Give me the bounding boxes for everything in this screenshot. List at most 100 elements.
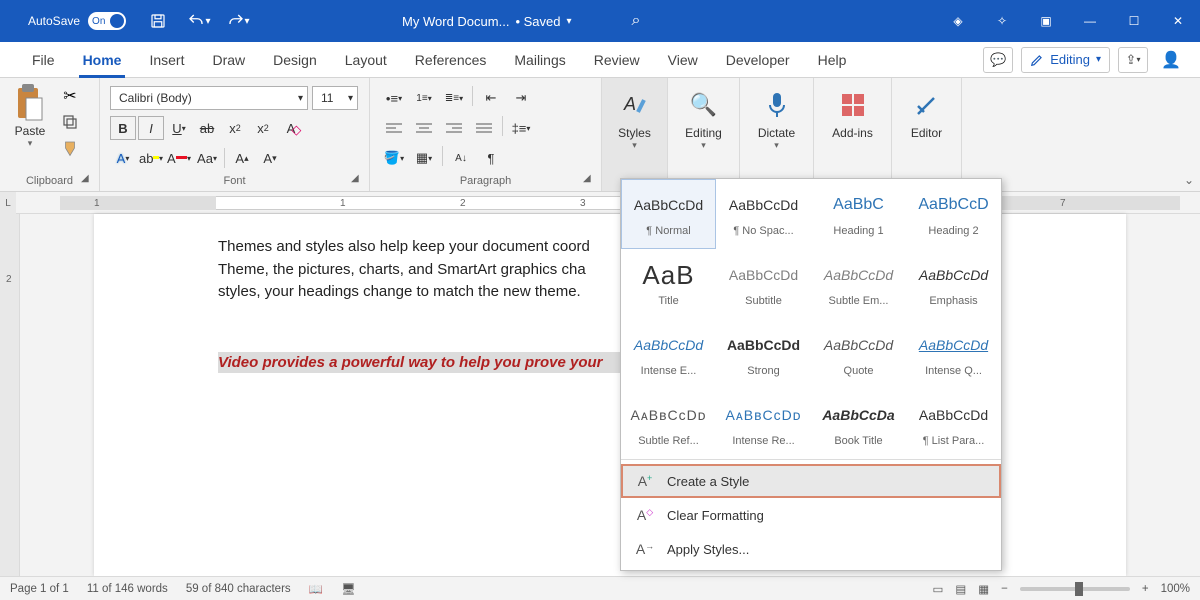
align-right-button[interactable] — [440, 116, 468, 140]
bold-button[interactable]: B — [110, 116, 136, 140]
share-button[interactable]: ⇪▾ — [1118, 47, 1148, 73]
vertical-ruler[interactable]: 2 — [0, 214, 20, 576]
comments-button[interactable]: 💬 — [983, 47, 1013, 73]
grow-font-button[interactable]: A▴ — [229, 146, 255, 170]
zoom-in-button[interactable]: + — [1142, 583, 1149, 595]
font-size-combo[interactable]: 11▾ — [312, 86, 358, 110]
document-title[interactable]: My Word Docum... — [402, 14, 509, 29]
dictate-button[interactable]: Dictate ▾ — [740, 78, 814, 191]
strikethrough-button[interactable]: ab — [194, 116, 220, 140]
change-case-button[interactable]: Aa▾ — [194, 146, 220, 170]
underline-button[interactable]: U▾ — [166, 116, 192, 140]
cut-icon[interactable]: ✂ — [58, 86, 82, 106]
zoom-level[interactable]: 100% — [1161, 583, 1190, 595]
tab-insert[interactable]: Insert — [135, 42, 198, 78]
highlight-button[interactable]: ab▾ — [138, 146, 164, 170]
paste-button[interactable]: Paste ▾ — [8, 84, 52, 149]
styles-button[interactable]: A Styles ▾ — [602, 78, 668, 191]
word-count[interactable]: 11 of 146 words — [87, 583, 168, 595]
maximize-button[interactable]: ☐ — [1112, 7, 1156, 35]
focus-mode-icon[interactable]: ▭ — [933, 582, 944, 596]
line-spacing-button[interactable]: ‡≡▾ — [507, 116, 535, 140]
clear-formatting-item[interactable]: A◇ Clear Formatting — [621, 498, 1001, 532]
window-overlay-icon[interactable]: ▣ — [1024, 7, 1068, 35]
multilevel-button[interactable]: ≣≡▾ — [440, 86, 468, 110]
font-launcher[interactable]: ◢ — [351, 173, 363, 185]
collapse-ribbon-icon[interactable]: ⌄ — [1184, 173, 1194, 187]
editor-button[interactable]: Editor — [892, 78, 962, 191]
superscript-button[interactable]: x2 — [250, 116, 276, 140]
borders-button[interactable]: ▦▾ — [410, 146, 438, 170]
web-layout-icon[interactable]: ▦ — [978, 582, 989, 596]
clipboard-launcher[interactable]: ◢ — [81, 173, 93, 185]
shrink-font-button[interactable]: A▾ — [257, 146, 283, 170]
tab-layout[interactable]: Layout — [331, 42, 401, 78]
spellcheck-icon[interactable]: 📖 — [309, 582, 323, 596]
create-style-item[interactable]: A+ Create a Style — [621, 464, 1001, 498]
style---normal[interactable]: AaBbCcDd¶ Normal — [621, 179, 716, 249]
zoom-out-button[interactable]: − — [1001, 583, 1008, 595]
style-subtitle[interactable]: AaBbCcDdSubtitle — [716, 249, 811, 319]
increase-indent-button[interactable]: ⇥ — [507, 86, 535, 110]
search-icon[interactable]: ⌕ — [632, 12, 641, 30]
print-layout-icon[interactable]: ▤ — [955, 582, 966, 596]
style-heading-1[interactable]: AaBbCHeading 1 — [811, 179, 906, 249]
page-indicator[interactable]: Page 1 of 1 — [10, 583, 69, 595]
tab-review[interactable]: Review — [580, 42, 654, 78]
style-subtle-ref---[interactable]: AᴀBʙCᴄDᴅSubtle Ref... — [621, 389, 716, 459]
decrease-indent-button[interactable]: ⇤ — [477, 86, 505, 110]
addins-button[interactable]: Add-ins — [814, 78, 892, 191]
accessibility-icon[interactable]: 🖥 — [341, 582, 356, 596]
style-strong[interactable]: AaBbCcDdStrong — [716, 319, 811, 389]
italic-button[interactable]: I — [138, 116, 164, 140]
style-title[interactable]: AaBTitle — [621, 249, 716, 319]
style-subtle-em---[interactable]: AaBbCcDdSubtle Em... — [811, 249, 906, 319]
style-intense-e---[interactable]: AaBbCcDdIntense E... — [621, 319, 716, 389]
style-heading-2[interactable]: AaBbCcDHeading 2 — [906, 179, 1001, 249]
clear-formatting-button[interactable]: A◇ — [278, 116, 304, 140]
undo-icon[interactable]: ▾ — [184, 7, 212, 35]
diamond-icon[interactable]: ◈ — [936, 7, 980, 35]
zoom-slider[interactable] — [1020, 587, 1130, 591]
editing-group-button[interactable]: 🔍 Editing ▾ — [668, 78, 740, 191]
tab-help[interactable]: Help — [804, 42, 861, 78]
tab-draw[interactable]: Draw — [198, 42, 259, 78]
shading-button[interactable]: 🪣▾ — [380, 146, 408, 170]
tab-home[interactable]: Home — [69, 42, 136, 78]
autosave-toggle[interactable]: On — [88, 12, 126, 30]
close-button[interactable]: ✕ — [1156, 7, 1200, 35]
justify-button[interactable] — [470, 116, 498, 140]
bullets-button[interactable]: •≡▾ — [380, 86, 408, 110]
style-quote[interactable]: AaBbCcDdQuote — [811, 319, 906, 389]
char-count[interactable]: 59 of 840 characters — [186, 583, 291, 595]
minimize-button[interactable]: ― — [1068, 7, 1112, 35]
style-emphasis[interactable]: AaBbCcDdEmphasis — [906, 249, 1001, 319]
save-icon[interactable] — [144, 7, 172, 35]
tab-file[interactable]: File — [18, 42, 69, 78]
align-center-button[interactable] — [410, 116, 438, 140]
horizontal-ruler[interactable]: L 1 1 2 3 7 — [0, 192, 1200, 214]
text-effects-button[interactable]: A▾ — [110, 146, 136, 170]
show-marks-button[interactable]: ¶ — [477, 146, 505, 170]
style-book-title[interactable]: AaBbCcDaBook Title — [811, 389, 906, 459]
format-painter-icon[interactable] — [58, 138, 82, 158]
apply-styles-item[interactable]: A→ Apply Styles... — [621, 532, 1001, 566]
account-icon[interactable]: 👤 — [1156, 47, 1186, 73]
tab-developer[interactable]: Developer — [712, 42, 804, 78]
sort-button[interactable]: A↓ — [447, 146, 475, 170]
tab-view[interactable]: View — [654, 42, 712, 78]
tab-design[interactable]: Design — [259, 42, 331, 78]
redo-icon[interactable]: ▾ — [224, 7, 252, 35]
align-left-button[interactable] — [380, 116, 408, 140]
copy-icon[interactable] — [58, 112, 82, 132]
chevron-down-icon[interactable]: ▾ — [566, 16, 571, 27]
style---no-spac---[interactable]: AaBbCcDd¶ No Spac... — [716, 179, 811, 249]
editing-mode-button[interactable]: Editing ▾ — [1021, 47, 1110, 73]
paragraph-launcher[interactable]: ◢ — [583, 173, 595, 185]
style-intense-q---[interactable]: AaBbCcDdIntense Q... — [906, 319, 1001, 389]
numbering-button[interactable]: 1≡▾ — [410, 86, 438, 110]
style-intense-re---[interactable]: AᴀBʙCᴄDᴅIntense Re... — [716, 389, 811, 459]
tab-references[interactable]: References — [401, 42, 501, 78]
sparkle-icon[interactable]: ✧ — [980, 7, 1024, 35]
font-color-button[interactable]: A▾ — [166, 146, 192, 170]
